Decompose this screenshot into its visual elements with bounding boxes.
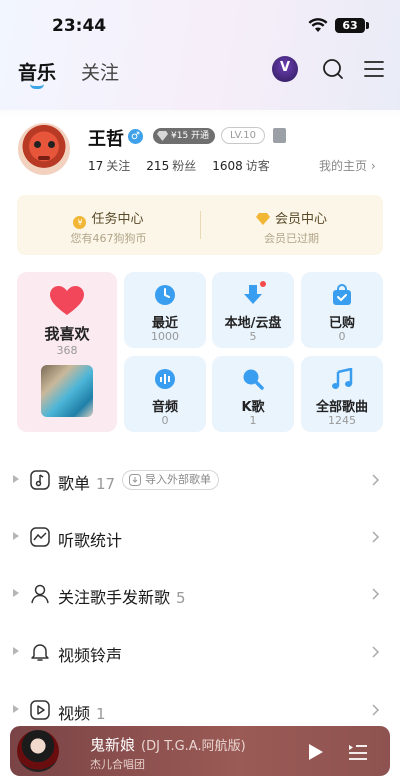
- gender-male-icon: ♂: [128, 129, 143, 144]
- chevron-right-icon: [372, 704, 380, 716]
- tile-karaoke[interactable]: K歌 1: [212, 356, 294, 432]
- person-icon: [31, 584, 49, 604]
- mini-player[interactable]: 鬼新娘 (DJ T.G.A.阿航版) 杰儿合唱团: [10, 726, 390, 776]
- vip-open-tag[interactable]: ¥15 开通: [153, 128, 216, 144]
- battery-tip: [366, 22, 369, 29]
- playlist-queue-icon[interactable]: [348, 743, 368, 761]
- row-count: 17: [96, 475, 116, 493]
- level-badge[interactable]: LV.10: [221, 127, 265, 144]
- favorites-title: 我喜欢: [44, 325, 90, 343]
- music-note-icon: [332, 368, 353, 389]
- wifi-icon: [308, 18, 328, 32]
- vip-center-title: 会员中心: [274, 212, 327, 227]
- audio-icon: [155, 369, 175, 389]
- status-time: 23:44: [52, 16, 107, 36]
- download-icon: [244, 285, 262, 304]
- import-external-playlist-button[interactable]: 导入外部歌单: [122, 470, 219, 490]
- chevron-right-icon: [372, 646, 380, 658]
- favorites-card[interactable]: 我喜欢 368: [17, 272, 117, 432]
- status-bar: 23:44 63: [0, 0, 400, 48]
- import-icon: [129, 474, 141, 486]
- row-label: 视频: [58, 704, 91, 723]
- song-version: (DJ T.G.A.阿航版): [141, 739, 246, 754]
- song-title: 鬼新娘: [90, 736, 136, 754]
- bell-icon: [31, 644, 49, 661]
- row-count: 1: [96, 705, 106, 723]
- clock-icon: [155, 285, 175, 305]
- row-label: 关注歌手发新歌: [58, 588, 171, 607]
- tile-recent[interactable]: 最近 1000: [124, 272, 206, 348]
- search-icon[interactable]: [322, 58, 344, 80]
- video-play-icon: [30, 700, 50, 720]
- vip-tag-label: ¥15 开通: [171, 131, 210, 141]
- stat-visitors[interactable]: 1608 访客: [212, 159, 270, 173]
- list-item-playlists[interactable]: 歌单 17 导入外部歌单: [0, 460, 400, 500]
- tile-all-songs[interactable]: 全部歌曲 1245: [301, 356, 383, 432]
- coin-icon: ¥: [73, 216, 87, 229]
- diamond-icon: [157, 131, 168, 141]
- stat-following[interactable]: 17 关注: [88, 159, 146, 173]
- menu-icon[interactable]: [364, 60, 384, 78]
- list-item-video-ringtone[interactable]: 视频铃声: [0, 632, 400, 672]
- expand-arrow-icon[interactable]: [13, 705, 19, 713]
- expand-arrow-icon[interactable]: [13, 532, 19, 540]
- playlist-note-icon: [30, 470, 50, 490]
- favorites-cover-image: [41, 365, 93, 417]
- expand-arrow-icon[interactable]: [13, 589, 19, 597]
- battery-indicator: 63: [335, 18, 365, 33]
- heart-icon: [50, 286, 84, 315]
- task-center-title: 任务中心: [91, 212, 144, 227]
- stats-chart-icon: [30, 527, 50, 547]
- task-center-button[interactable]: ¥ 任务中心 您有467狗狗币: [17, 195, 200, 255]
- task-center-subtitle: 您有467狗狗币: [70, 232, 147, 245]
- microphone-icon: [243, 369, 264, 390]
- album-cover[interactable]: [17, 730, 59, 772]
- list-item-followed-artists-new[interactable]: 关注歌手发新歌 5: [0, 574, 400, 614]
- vip-center-subtitle: 会员已过期: [264, 232, 319, 245]
- song-artist: 杰儿合唱团: [90, 758, 145, 771]
- vip-diamond-icon: [255, 213, 270, 225]
- play-icon[interactable]: [308, 743, 324, 761]
- stat-fans[interactable]: 215 粉丝: [146, 159, 212, 173]
- row-label: 视频铃声: [58, 646, 123, 665]
- avatar[interactable]: [18, 123, 70, 175]
- vip-center-button[interactable]: 会员中心 会员已过期: [200, 195, 383, 255]
- user-stats: 17 关注 215 粉丝 1608 访客: [88, 157, 270, 174]
- tile-purchased[interactable]: 已购 0: [301, 272, 383, 348]
- chevron-right-icon: [372, 531, 380, 543]
- list-item-listening-stats[interactable]: 听歌统计: [0, 517, 400, 557]
- tab-follow[interactable]: 关注: [81, 58, 119, 85]
- chevron-right-icon: [372, 588, 380, 600]
- user-name[interactable]: 王哲: [88, 125, 124, 151]
- id-card-icon[interactable]: [273, 128, 286, 143]
- expand-arrow-icon[interactable]: [13, 475, 19, 483]
- row-label: 歌单: [58, 474, 91, 493]
- expand-arrow-icon[interactable]: [13, 647, 19, 655]
- vip-badge-icon[interactable]: V: [272, 56, 298, 82]
- import-chip-label: 导入外部歌单: [145, 473, 211, 486]
- tile-audio[interactable]: 音频 0: [124, 356, 206, 432]
- row-count: 5: [176, 589, 186, 607]
- row-label: 听歌统计: [58, 531, 123, 550]
- notification-dot: [260, 281, 266, 287]
- task-vip-card: ¥ 任务中心 您有467狗狗币 会员中心 会员已过期: [17, 195, 383, 255]
- chevron-right-icon: [372, 474, 380, 486]
- shopping-bag-icon: [333, 284, 351, 305]
- favorites-count: 368: [56, 344, 78, 357]
- list-item-video[interactable]: 视频 1: [0, 690, 400, 730]
- tile-local-cloud[interactable]: 本地/云盘 5: [212, 272, 294, 348]
- my-homepage-link[interactable]: 我的主页 ›: [319, 157, 376, 174]
- tab-music[interactable]: 音乐: [18, 58, 56, 85]
